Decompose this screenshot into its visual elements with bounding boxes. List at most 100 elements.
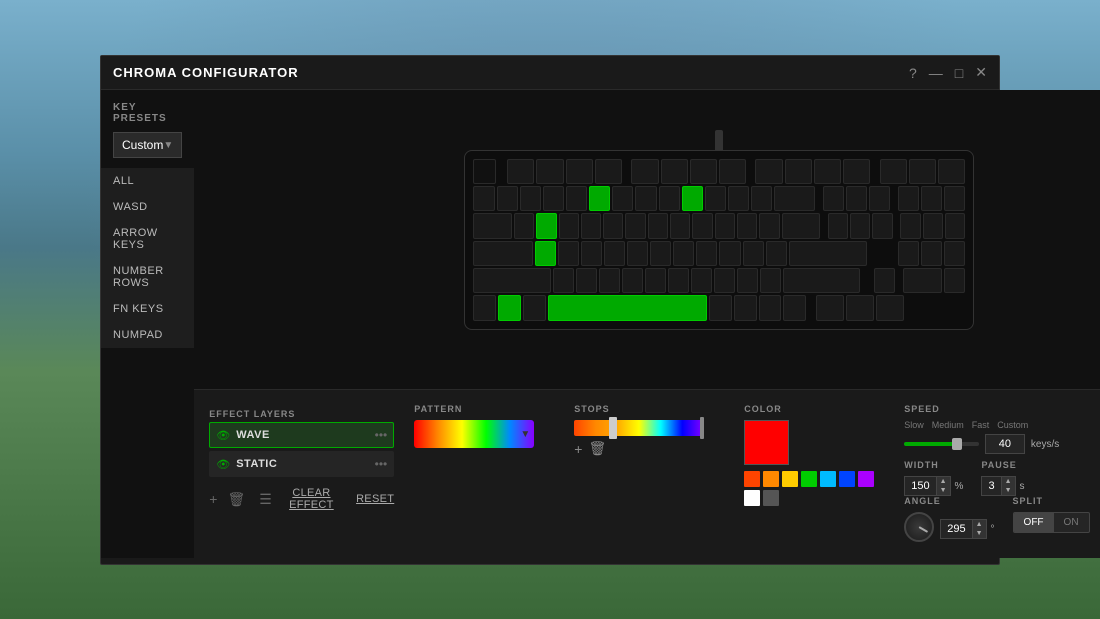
preset-arrow-keys[interactable]: ARROW KEYS (101, 220, 194, 258)
key-l[interactable] (719, 241, 740, 266)
key-prtsc[interactable] (880, 159, 907, 184)
key-f5[interactable] (631, 159, 658, 184)
key-p[interactable] (715, 213, 735, 238)
key-lbracket[interactable] (737, 213, 757, 238)
key-capslock[interactable] (473, 241, 532, 266)
split-toggle[interactable]: OFF ON (1013, 512, 1090, 533)
pattern-gradient[interactable]: ▼ (414, 420, 534, 448)
preset-all[interactable]: ALL (101, 168, 194, 194)
color-swatch-1[interactable] (763, 471, 779, 487)
width-stepper[interactable]: 150 ▲ ▼ (904, 476, 950, 496)
key-0[interactable] (705, 186, 726, 211)
key-e[interactable] (559, 213, 579, 238)
key-menu[interactable] (759, 295, 782, 320)
key-tilde[interactable] (473, 186, 494, 211)
key-rshift[interactable] (783, 268, 861, 293)
key-minus[interactable] (728, 186, 749, 211)
key-lctrl[interactable] (473, 295, 496, 320)
key-f2[interactable] (536, 159, 563, 184)
preset-fn-keys[interactable]: FN KEYS (101, 296, 194, 322)
key-lalt[interactable] (523, 295, 546, 320)
key-2[interactable] (520, 186, 541, 211)
split-on-button[interactable]: ON (1054, 513, 1089, 532)
key-enter[interactable] (789, 241, 867, 266)
key-left[interactable] (816, 295, 844, 320)
key-semicolon[interactable] (743, 241, 764, 266)
stops-bar[interactable] (574, 420, 704, 436)
key-num2[interactable] (921, 241, 942, 266)
color-swatch-0[interactable] (744, 471, 760, 487)
color-swatch-7[interactable] (744, 490, 760, 506)
key-b[interactable] (645, 268, 666, 293)
key-space[interactable] (548, 295, 707, 320)
color-swatch-6[interactable] (858, 471, 874, 487)
preset-wasd[interactable]: WASD (101, 194, 194, 220)
key-num3[interactable] (944, 241, 965, 266)
key-f11[interactable] (814, 159, 841, 184)
preset-dropdown[interactable]: Custom ▼ (113, 132, 182, 158)
key-c[interactable] (599, 268, 620, 293)
key-a[interactable] (535, 241, 556, 266)
width-increment-button[interactable]: ▲ (937, 477, 950, 486)
key-n[interactable] (668, 268, 689, 293)
key-down[interactable] (846, 295, 874, 320)
key-quote[interactable] (766, 241, 787, 266)
key-j[interactable] (673, 241, 694, 266)
color-swatch-4[interactable] (820, 471, 836, 487)
key-home[interactable] (846, 186, 867, 211)
key-8[interactable] (659, 186, 680, 211)
key-rctrl[interactable] (783, 295, 806, 320)
key-period[interactable] (737, 268, 758, 293)
key-num1[interactable] (898, 241, 919, 266)
preset-numpad[interactable]: NUMPAD (101, 322, 194, 348)
key-5[interactable] (589, 186, 610, 211)
key-4[interactable] (566, 186, 587, 211)
close-button[interactable]: ✕ (975, 64, 987, 81)
maximize-button[interactable]: □ (955, 65, 963, 81)
key-equals[interactable] (751, 186, 772, 211)
key-num8[interactable] (921, 186, 942, 211)
preset-number-rows[interactable]: NUMBER ROWS (101, 258, 194, 296)
key-r[interactable] (581, 213, 601, 238)
reset-button[interactable]: RESET (356, 487, 394, 511)
delete-layer-button[interactable]: 🗑 (227, 491, 245, 508)
angle-decrement-button[interactable]: ▼ (973, 529, 986, 538)
key-fn[interactable] (734, 295, 757, 320)
key-backslash[interactable] (782, 213, 821, 238)
key-f7[interactable] (690, 159, 717, 184)
key-del[interactable] (828, 213, 848, 238)
angle-dial[interactable] (904, 512, 934, 542)
speed-value-input[interactable] (985, 434, 1025, 454)
key-x[interactable] (576, 268, 597, 293)
key-w[interactable] (536, 213, 556, 238)
key-up[interactable] (874, 268, 895, 293)
angle-increment-button[interactable]: ▲ (973, 520, 986, 529)
key-num9[interactable] (944, 186, 965, 211)
key-f1[interactable] (507, 159, 534, 184)
key-numdot[interactable] (944, 268, 965, 293)
minimize-button[interactable]: — (929, 65, 943, 81)
layer-wave-menu-icon[interactable]: ••• (375, 428, 388, 442)
color-swatch-8[interactable] (763, 490, 779, 506)
key-pause[interactable] (938, 159, 965, 184)
key-g[interactable] (627, 241, 648, 266)
add-layer-button[interactable]: + (209, 491, 217, 507)
color-swatch-5[interactable] (839, 471, 855, 487)
clear-effect-button[interactable]: CLEAR EFFECT (282, 487, 341, 511)
pause-decrement-button[interactable]: ▼ (1002, 486, 1015, 495)
key-tab[interactable] (473, 213, 512, 238)
key-right[interactable] (876, 295, 904, 320)
key-h[interactable] (650, 241, 671, 266)
key-s[interactable] (558, 241, 579, 266)
key-6[interactable] (612, 186, 633, 211)
key-ins[interactable] (823, 186, 844, 211)
key-f4[interactable] (595, 159, 622, 184)
key-t[interactable] (603, 213, 623, 238)
key-f12[interactable] (843, 159, 870, 184)
key-rbracket[interactable] (759, 213, 779, 238)
key-3[interactable] (543, 186, 564, 211)
key-7[interactable] (635, 186, 656, 211)
key-f10[interactable] (785, 159, 812, 184)
key-lwin[interactable] (498, 295, 521, 320)
key-k[interactable] (696, 241, 717, 266)
